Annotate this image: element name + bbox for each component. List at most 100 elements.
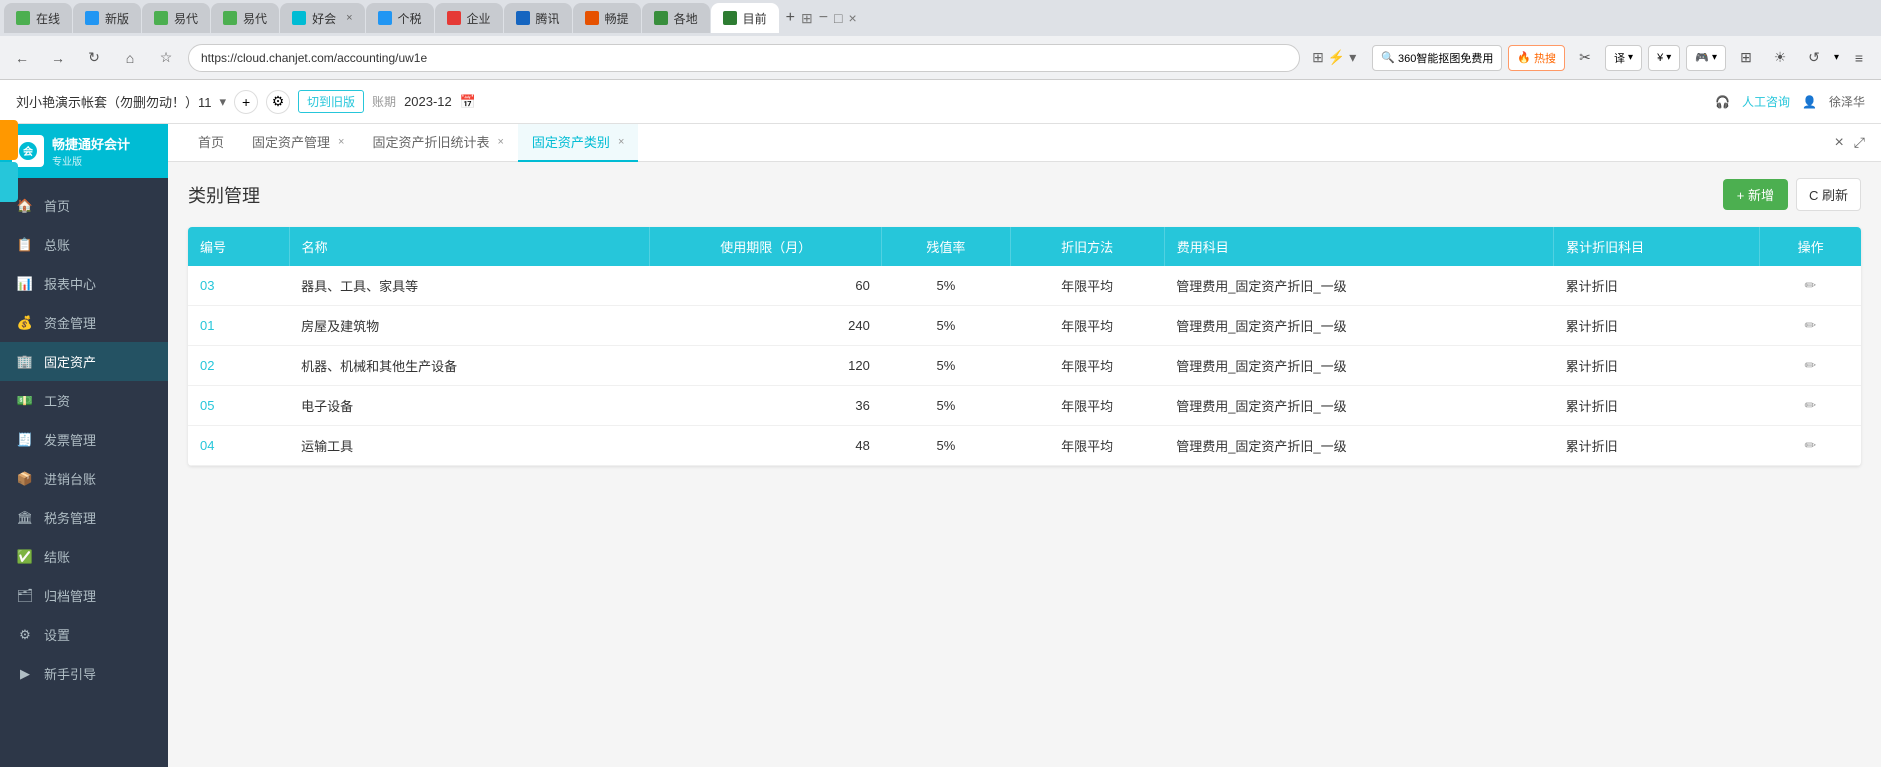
settings-nav-icon: ⚙ [16, 626, 34, 644]
sidebar-item-closing[interactable]: ✅ 结账 [0, 537, 168, 576]
settings-button[interactable]: ⚙ [266, 90, 290, 114]
sidebar-item-home[interactable]: 🏠 首页 [0, 186, 168, 225]
browser-tab-xin[interactable]: 新版 [73, 3, 141, 33]
tab-close-icon[interactable]: × [346, 12, 352, 24]
app-tab-depreciation[interactable]: 固定资产折旧统计表 × [358, 124, 517, 162]
hot-search-btn[interactable]: 🔥 热搜 [1508, 45, 1565, 71]
menu-btn[interactable]: ≡ [1845, 44, 1873, 72]
sidebar-item-label: 税务管理 [44, 508, 96, 527]
app-tab-category[interactable]: 固定资产类别 × [518, 124, 638, 162]
cell-code: 01 [188, 306, 289, 346]
app-tab-close-icon[interactable]: × [618, 136, 624, 148]
maximize-button[interactable]: □ [834, 10, 842, 26]
browser-tab-zaixian[interactable]: 在线 [4, 3, 72, 33]
cell-name: 器具、工具、家具等 [289, 266, 649, 306]
browser-tab-geshui[interactable]: 个税 [366, 3, 434, 33]
edit-button[interactable]: ✏ [1805, 357, 1817, 373]
guide-icon: ▶ [16, 665, 34, 683]
cell-code: 04 [188, 426, 289, 466]
game-btn[interactable]: 🎮 ▾ [1686, 45, 1726, 71]
sidebar-item-tax[interactable]: 🏛 税务管理 [0, 498, 168, 537]
sidebar-item-invoice[interactable]: 🧾 发票管理 [0, 420, 168, 459]
cell-action: ✏ [1760, 266, 1861, 306]
sidebar-item-label: 总账 [44, 235, 70, 254]
refresh-button[interactable]: C 刷新 [1796, 178, 1861, 211]
tax-icon: 🏛 [16, 509, 34, 527]
sidebar-item-archive[interactable]: 🗂 归档管理 [0, 576, 168, 615]
browser-tab-shumu[interactable]: 目前 [711, 3, 779, 33]
add-account-button[interactable]: + [234, 90, 258, 114]
search-tool-btn[interactable]: 🔍 360智能抠图免费用 [1372, 45, 1502, 71]
browser-tab-gedi[interactable]: 各地 [642, 3, 710, 33]
sidebar-item-guide[interactable]: ▶ 新手引导 [0, 654, 168, 693]
closing-icon: ✅ [16, 548, 34, 566]
back-button[interactable]: ← [8, 44, 36, 72]
reload-button[interactable]: ↻ [80, 44, 108, 72]
app-tab-close-icon[interactable]: × [338, 136, 344, 148]
col-header-period: 使用期限（月） [650, 227, 882, 266]
sidebar-item-fixed-assets[interactable]: 🏢 固定资产 [0, 342, 168, 381]
undo-btn[interactable]: ↺ [1800, 44, 1828, 72]
consult-label[interactable]: 人工咨询 [1742, 93, 1790, 110]
close-window-button[interactable]: × [849, 10, 857, 26]
browser-tab-qiye[interactable]: 企业 [435, 3, 503, 33]
switch-version-button[interactable]: 切到旧版 [298, 90, 364, 113]
sidebar-item-label: 新手引导 [44, 664, 96, 683]
consult-icon: 🎧 [1715, 95, 1730, 109]
brightness-btn[interactable]: ☀ [1766, 44, 1794, 72]
sidebar-item-settings[interactable]: ⚙ 设置 [0, 615, 168, 654]
browser-tab-tengxun[interactable]: 腾讯 [504, 3, 572, 33]
edit-button[interactable]: ✏ [1805, 437, 1817, 453]
lightning-icon[interactable]: ⚡ [1328, 49, 1345, 66]
browser-tab-haohe[interactable]: 好会 × [280, 3, 364, 33]
grid-btn[interactable]: ⊞ [1732, 44, 1760, 72]
new-tab-button[interactable]: + [786, 9, 795, 27]
edit-button[interactable]: ✏ [1805, 277, 1817, 293]
edit-button[interactable]: ✏ [1805, 397, 1817, 413]
page-title: 类别管理 [188, 182, 260, 208]
site-tools-icon[interactable]: ⊞ [1312, 49, 1324, 66]
float-icon-cyan[interactable] [0, 162, 18, 202]
user-name: 徐泽华 [1829, 93, 1865, 110]
content-expand-icon[interactable]: ⤢ [1854, 134, 1865, 151]
more-dropdown-icon[interactable]: ▾ [1834, 52, 1839, 63]
tab-list-button[interactable]: ⊞ [801, 10, 813, 27]
coin-btn[interactable]: ¥ ▾ [1648, 45, 1680, 71]
scissors-btn[interactable]: ✂ [1571, 44, 1599, 72]
logo-sub-text: 专业版 [52, 153, 130, 168]
sidebar-item-funds[interactable]: 💰 资金管理 [0, 303, 168, 342]
app-tab-label: 首页 [198, 132, 224, 151]
app-wrapper: 刘小艳演示帐套（勿删勿动！）11 ▾ + ⚙ 切到旧版 账期 2023-12 📅… [0, 80, 1881, 767]
home-button[interactable]: ⌂ [116, 44, 144, 72]
bookmark-dropdown-icon[interactable]: ▾ [1349, 49, 1356, 66]
floating-left-icons [0, 120, 18, 202]
content-close-icon[interactable]: × [1834, 134, 1843, 152]
period-value: 2023-12 [404, 94, 452, 109]
browser-tab-changti[interactable]: 畅提 [573, 3, 641, 33]
app-tab-home[interactable]: 首页 [184, 124, 238, 162]
calendar-icon[interactable]: 📅 [460, 94, 476, 110]
app-tab-close-icon[interactable]: × [497, 136, 503, 148]
cell-accumulated: 累计折旧 [1554, 306, 1760, 346]
address-input[interactable] [188, 44, 1300, 72]
sidebar-item-ledger[interactable]: 📋 总账 [0, 225, 168, 264]
tab-favicon-yidai1 [154, 11, 168, 25]
sidebar-item-payroll[interactable]: 💵 工资 [0, 381, 168, 420]
sidebar-item-report[interactable]: 📊 报表中心 [0, 264, 168, 303]
float-icon-orange[interactable] [0, 120, 18, 160]
translate-btn[interactable]: 译 ▾ [1605, 45, 1642, 71]
star-button[interactable]: ☆ [152, 44, 180, 72]
add-button[interactable]: + 新增 [1723, 179, 1788, 210]
sidebar-item-purchase-sales[interactable]: 📦 进销台账 [0, 459, 168, 498]
forward-button[interactable]: → [44, 44, 72, 72]
browser-tab-yidai1[interactable]: 易代 [142, 3, 210, 33]
app-header: 刘小艳演示帐套（勿删勿动！）11 ▾ + ⚙ 切到旧版 账期 2023-12 📅… [0, 80, 1881, 124]
edit-button[interactable]: ✏ [1805, 317, 1817, 333]
app-tab-fixed-mgmt[interactable]: 固定资产管理 × [238, 124, 358, 162]
user-dropdown-icon[interactable]: ▾ [220, 94, 227, 110]
minimize-button[interactable]: − [819, 9, 828, 27]
tab-favicon-zaixian [16, 11, 30, 25]
tab-favicon-shumu [723, 11, 737, 25]
cell-accumulated: 累计折旧 [1554, 346, 1760, 386]
browser-tab-yidai2[interactable]: 易代 [211, 3, 279, 33]
